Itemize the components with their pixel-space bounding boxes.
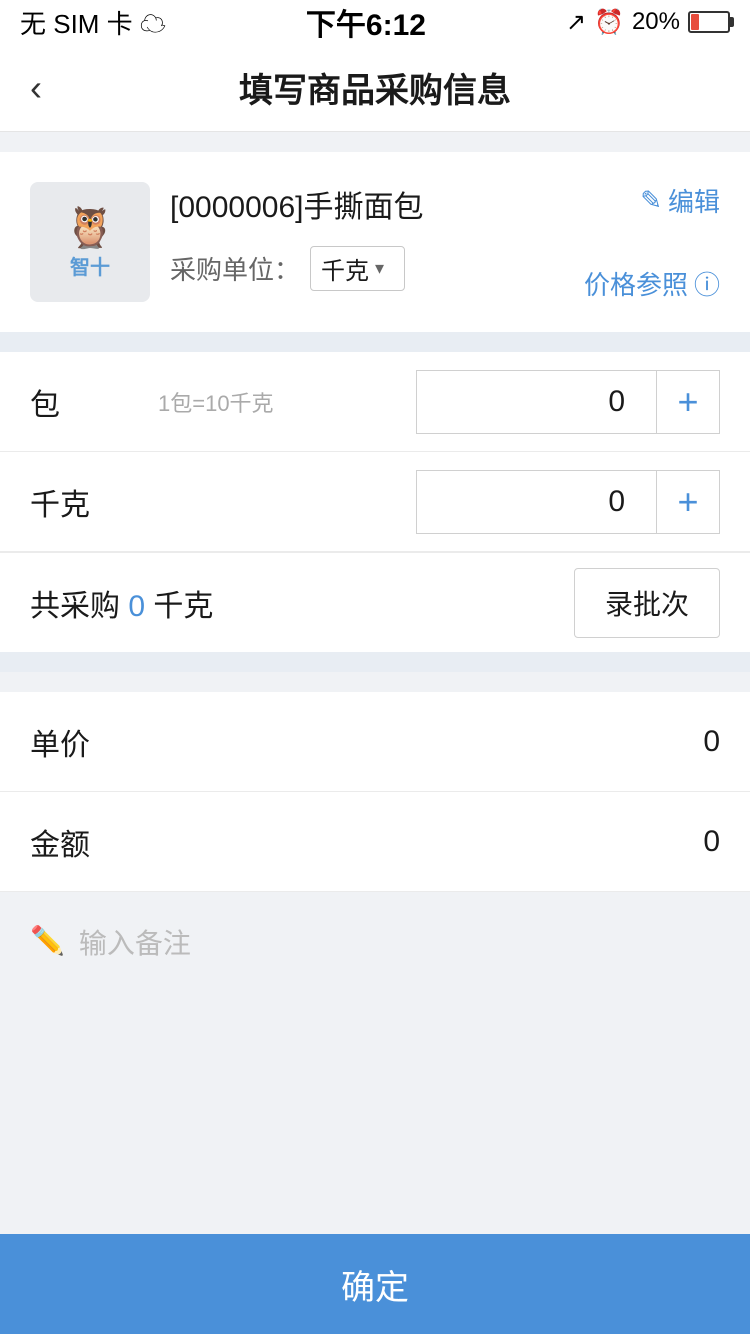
bao-plus-button[interactable]: + bbox=[656, 370, 720, 434]
unit-select[interactable]: 千克 ▾ bbox=[310, 246, 405, 291]
status-bar: 无 SIM 卡 ☁ 下午6:12 ↗ ⏰ 20% bbox=[0, 0, 750, 44]
summary-prefix: 共采购 bbox=[30, 590, 120, 623]
price-ref-label: 价格参照 bbox=[584, 265, 688, 302]
unit-dropdown-arrow: ▾ bbox=[375, 258, 384, 279]
summary-text: 共采购 0 千克 bbox=[30, 581, 213, 625]
nav-bar: ‹ 填写商品采购信息 bbox=[0, 44, 750, 132]
summary-unit: 千克 bbox=[153, 590, 213, 623]
brand-text: 智十 bbox=[70, 251, 110, 280]
summary-value: 0 bbox=[128, 590, 153, 623]
bao-input-right: + bbox=[416, 370, 720, 434]
product-icon: 🦉 bbox=[65, 204, 115, 251]
kg-input-right: + bbox=[416, 470, 720, 534]
status-time: 下午6:12 bbox=[306, 0, 426, 44]
unit-price-value: 0 bbox=[703, 725, 720, 759]
amount-value: 0 bbox=[703, 825, 720, 859]
price-ref-icon: ⓘ bbox=[694, 265, 720, 302]
kg-quantity-input[interactable] bbox=[416, 470, 656, 534]
summary-row: 共采购 0 千克 录批次 bbox=[0, 552, 750, 652]
quantity-section: 包 1包=10千克 + 千克 + bbox=[0, 352, 750, 552]
amount-row: 金额 0 bbox=[0, 792, 750, 892]
page-title: 填写商品采购信息 bbox=[239, 63, 511, 112]
battery-percent: 20% bbox=[632, 8, 680, 36]
back-button[interactable]: ‹ bbox=[30, 67, 42, 109]
edit-label: 编辑 bbox=[668, 182, 720, 219]
unit-price-label: 单价 bbox=[30, 720, 90, 764]
sim-status: 无 SIM 卡 ☁ bbox=[20, 4, 166, 41]
section-divider-2 bbox=[0, 652, 750, 672]
confirm-button[interactable]: 确定 bbox=[0, 1234, 750, 1334]
status-right: ↗ ⏰ 20% bbox=[566, 8, 730, 37]
product-name: [0000006]手撕面包 bbox=[170, 182, 720, 226]
bao-quantity-input[interactable] bbox=[416, 370, 656, 434]
bao-label: 包 bbox=[30, 380, 150, 424]
location-icon: ↗ bbox=[566, 8, 586, 37]
bao-sublabel: 1包=10千克 bbox=[158, 386, 274, 418]
pencil-icon: ✏️ bbox=[30, 924, 65, 957]
price-section: 单价 0 金额 0 bbox=[0, 692, 750, 892]
product-image: 🦉 智十 bbox=[30, 182, 150, 302]
unit-label: 采购单位： bbox=[170, 250, 300, 287]
bao-input-row: 包 1包=10千克 + bbox=[0, 352, 750, 452]
battery-icon bbox=[688, 11, 730, 33]
batch-button[interactable]: 录批次 bbox=[574, 568, 720, 638]
alarm-icon: ⏰ bbox=[594, 8, 624, 37]
price-ref-button[interactable]: 价格参照 ⓘ bbox=[584, 265, 720, 302]
kg-plus-button[interactable]: + bbox=[656, 470, 720, 534]
unit-value: 千克 bbox=[321, 251, 369, 286]
edit-icon: ✎ bbox=[640, 185, 662, 216]
status-left: 无 SIM 卡 ☁ bbox=[20, 4, 166, 41]
notes-placeholder: 输入备注 bbox=[79, 922, 191, 962]
unit-price-row: 单价 0 bbox=[0, 692, 750, 792]
kg-input-row: 千克 + bbox=[0, 452, 750, 552]
amount-label: 金额 bbox=[30, 820, 90, 864]
notes-section[interactable]: ✏️ 输入备注 bbox=[0, 892, 750, 1232]
product-card: 🦉 智十 [0000006]手撕面包 采购单位： 千克 ▾ ✎ 编辑 价格参照 … bbox=[0, 152, 750, 332]
edit-button[interactable]: ✎ 编辑 bbox=[640, 182, 720, 219]
section-divider-1 bbox=[0, 332, 750, 352]
kg-label: 千克 bbox=[30, 480, 150, 524]
